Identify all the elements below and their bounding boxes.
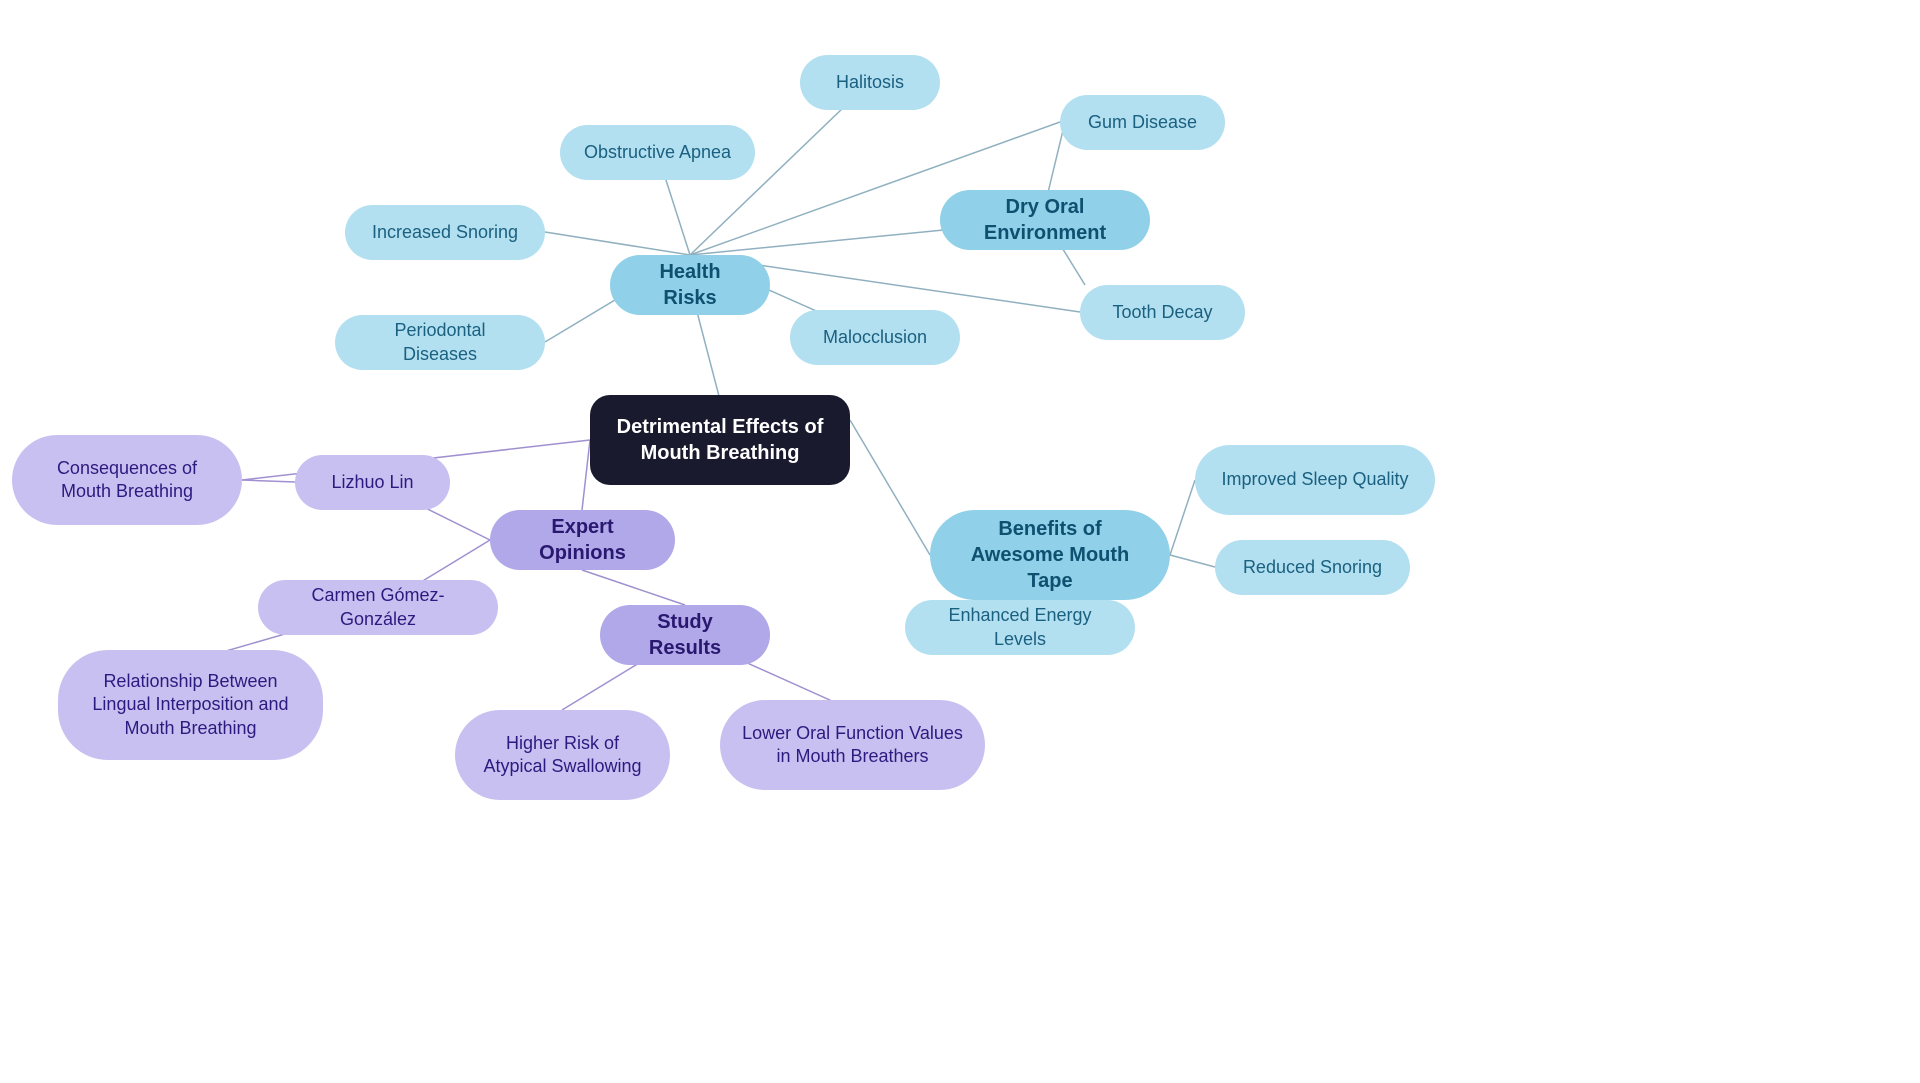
study-results-node: Study Results (600, 605, 770, 665)
center-node: Detrimental Effects of Mouth Breathing (590, 395, 850, 485)
increased-snoring-node: Increased Snoring (345, 205, 545, 260)
lower-oral-node: Lower Oral Function Values in Mouth Brea… (720, 700, 985, 790)
higher-risk-node: Higher Risk of Atypical Swallowing (455, 710, 670, 800)
obstructive-apnea-node: Obstructive Apnea (560, 125, 755, 180)
energy-levels-node: Enhanced Energy Levels (905, 600, 1135, 655)
consequences-node: Consequences of Mouth Breathing (12, 435, 242, 525)
health-risks-node: Health Risks (610, 255, 770, 315)
gum-disease-node: Gum Disease (1060, 95, 1225, 150)
halitosis-node: Halitosis (800, 55, 940, 110)
reduced-snoring-node: Reduced Snoring (1215, 540, 1410, 595)
malocclusion-node: Malocclusion (790, 310, 960, 365)
lizhuo-node: Lizhuo Lin (295, 455, 450, 510)
periodontal-diseases-node: Periodontal Diseases (335, 315, 545, 370)
relationship-node: Relationship Between Lingual Interpositi… (58, 650, 323, 760)
carmen-node: Carmen Gómez-González (258, 580, 498, 635)
tooth-decay-node: Tooth Decay (1080, 285, 1245, 340)
sleep-quality-node: Improved Sleep Quality (1195, 445, 1435, 515)
dry-oral-node: Dry Oral Environment (940, 190, 1150, 250)
expert-opinions-node: Expert Opinions (490, 510, 675, 570)
benefits-node: Benefits of Awesome Mouth Tape (930, 510, 1170, 600)
